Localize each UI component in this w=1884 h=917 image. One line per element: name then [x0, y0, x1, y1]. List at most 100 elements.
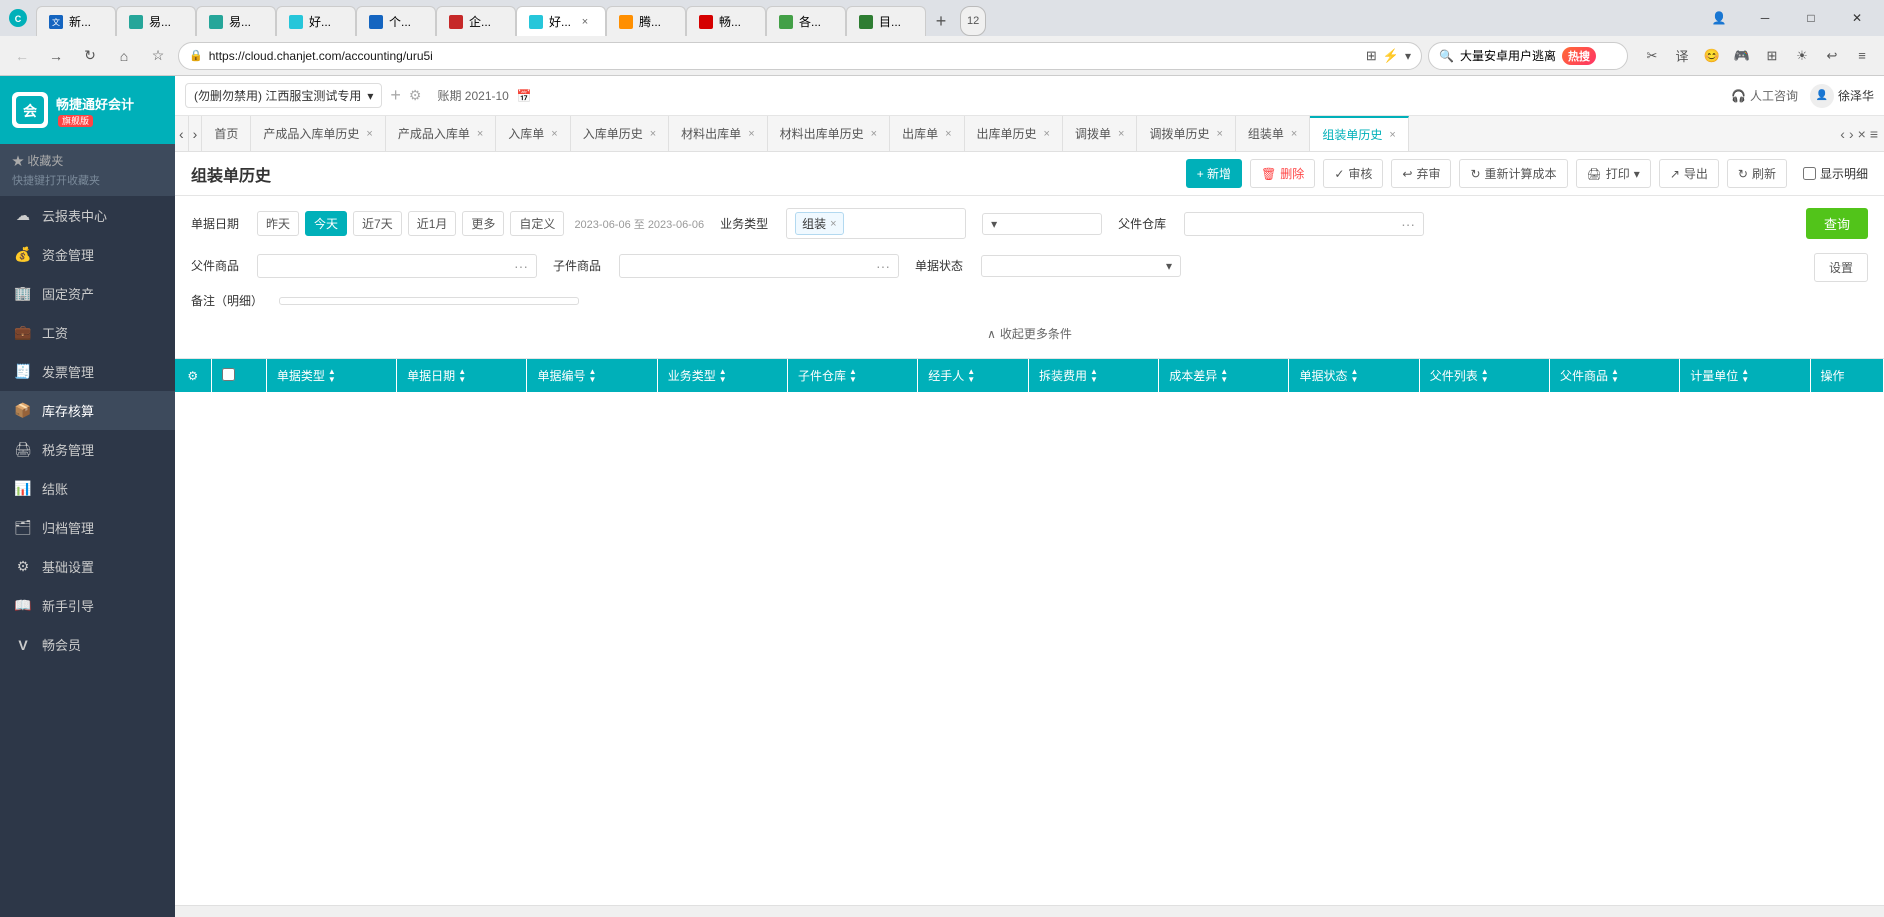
game-icon-button[interactable]: 🎮	[1728, 42, 1756, 70]
sidebar-item-finance[interactable]: 💰 资金管理	[0, 235, 175, 274]
doc-tab-close-11[interactable]: ×	[1291, 128, 1297, 140]
parent-goods-input[interactable]: ···	[257, 254, 537, 278]
sidebar-item-tax[interactable]: 🖨 税务管理	[0, 430, 175, 469]
refresh-browser-button[interactable]: ↻	[76, 42, 104, 70]
settings-company-button[interactable]: ⚙	[409, 87, 422, 104]
unit-sort[interactable]: 计量单位 ▲▼	[1690, 367, 1799, 384]
handler-sort[interactable]: 经手人 ▲▼	[928, 367, 1018, 384]
sidebar-item-archive[interactable]: 🗂 归档管理	[0, 508, 175, 547]
business-type-tag-close[interactable]: ×	[830, 218, 836, 230]
table-th-parent-goods[interactable]: 父件商品 ▲▼	[1550, 359, 1680, 392]
tab-7[interactable]: 好... ×	[516, 6, 606, 36]
sun-icon-button[interactable]: ☀	[1788, 42, 1816, 70]
doc-tab-transfer[interactable]: 调拨单 ×	[1063, 116, 1137, 152]
doc-tab-stock-in-history[interactable]: 入库单历史 ×	[571, 116, 669, 152]
doc-tab-finished-goods-in[interactable]: 产成品入库单 ×	[386, 116, 496, 152]
table-th-slip-no[interactable]: 单据编号 ▲▼	[527, 359, 657, 392]
doc-tab-material-out[interactable]: 材料出库单 ×	[669, 116, 767, 152]
parent-warehouse-input[interactable]: ···	[1184, 212, 1424, 236]
translate-icon-button[interactable]: 译	[1668, 42, 1696, 70]
sidebar-item-settlement[interactable]: 📊 结账	[0, 469, 175, 508]
window-close-button[interactable]: ✕	[1834, 3, 1880, 33]
slip-no-sort[interactable]: 单据编号 ▲▼	[537, 367, 646, 384]
doc-tab-close-7[interactable]: ×	[945, 128, 951, 140]
doc-tabs-next-button[interactable]: ›	[189, 116, 203, 152]
forward-button[interactable]: →	[42, 42, 70, 70]
doc-tab-close-8[interactable]: ×	[1044, 128, 1050, 140]
sidebar-item-fixed-assets[interactable]: 🏢 固定资产	[0, 274, 175, 313]
doc-tabs-prev-button[interactable]: ‹	[175, 116, 189, 152]
cost-diff-sort[interactable]: 成本差异 ▲▼	[1169, 367, 1278, 384]
emoji-icon-button[interactable]: 😊	[1698, 42, 1726, 70]
business-type-sort[interactable]: 业务类型 ▲▼	[668, 367, 777, 384]
scissors-icon-button[interactable]: ✂	[1638, 42, 1666, 70]
home-button[interactable]: ⌂	[110, 42, 138, 70]
sidebar-item-salary[interactable]: 💼 工资	[0, 313, 175, 352]
tab-4[interactable]: 好...	[276, 6, 356, 36]
tab-3[interactable]: 易...	[196, 6, 276, 36]
window-maximize-button[interactable]: □	[1788, 3, 1834, 33]
select-all-checkbox[interactable]	[222, 368, 235, 381]
disassemble-fee-sort[interactable]: 拆装费用 ▲▼	[1039, 367, 1148, 384]
address-bar-grid-icon[interactable]: ⊞	[1366, 48, 1377, 64]
slip-status-col-sort[interactable]: 单据状态 ▲▼	[1299, 367, 1408, 384]
export-button[interactable]: ↗ 导出	[1659, 159, 1719, 188]
sidebar-favorite[interactable]: ★ 收藏夹 快捷键打开收藏夹	[0, 144, 175, 196]
table-th-child-warehouse[interactable]: 子件仓库 ▲▼	[787, 359, 917, 392]
undo-icon-button[interactable]: ↩	[1818, 42, 1846, 70]
table-th-disassemble-fee[interactable]: 拆装费用 ▲▼	[1028, 359, 1158, 392]
tab-9[interactable]: 畅...	[686, 6, 766, 36]
recalculate-button[interactable]: ↻ 重新计算成本	[1459, 159, 1567, 188]
company-selector[interactable]: (勿删勿禁用) 江西服宝测试专用 ▾	[185, 83, 382, 108]
period-calendar-icon[interactable]: 📅	[517, 89, 532, 103]
doc-tab-close-all-button[interactable]: ×	[1858, 126, 1866, 142]
sidebar-item-member[interactable]: V 畅会员	[0, 625, 175, 664]
doc-tab-close-4[interactable]: ×	[650, 128, 656, 140]
tab-6[interactable]: 企...	[436, 6, 516, 36]
date-1month-button[interactable]: 近1月	[408, 211, 457, 236]
slip-status-dropdown[interactable]: ▾	[981, 255, 1181, 277]
tab-1[interactable]: 文 新...	[36, 6, 116, 36]
doc-tab-close-2[interactable]: ×	[477, 128, 483, 140]
search-bar[interactable]: 🔍 大量安卓用户逃离 热搜	[1428, 42, 1628, 70]
table-settings-th[interactable]: ⚙	[175, 359, 211, 392]
doc-tab-close-1[interactable]: ×	[366, 128, 372, 140]
window-minimize-button[interactable]: ─	[1742, 3, 1788, 33]
address-bar[interactable]: 🔒 https://cloud.chanjet.com/accounting/u…	[178, 42, 1422, 70]
tab7-close-button[interactable]: ×	[577, 14, 593, 30]
table-th-slip-date[interactable]: 单据日期 ▲▼	[397, 359, 527, 392]
date-more-button[interactable]: 更多	[462, 211, 504, 236]
doc-tab-home[interactable]: 首页	[202, 116, 251, 152]
tab-add-button[interactable]: +	[926, 6, 956, 36]
table-checkbox-th[interactable]	[211, 359, 266, 392]
parent-list-sort[interactable]: 父件列表 ▲▼	[1430, 367, 1539, 384]
print-button[interactable]: 🖨 打印 ▾	[1576, 159, 1651, 188]
address-bar-dropdown-icon[interactable]: ▾	[1405, 49, 1411, 63]
child-goods-dots[interactable]: ···	[876, 258, 890, 274]
doc-tab-stock-out[interactable]: 出库单 ×	[890, 116, 964, 152]
parent-goods-col-sort[interactable]: 父件商品 ▲▼	[1560, 367, 1669, 384]
query-button[interactable]: 查询	[1806, 208, 1868, 239]
collapse-button[interactable]: ∧ 收起更多条件	[191, 319, 1868, 346]
business-type-dropdown[interactable]: ▾	[982, 213, 1102, 235]
grid-icon-button[interactable]: ⊞	[1758, 42, 1786, 70]
horizontal-scrollbar[interactable]	[175, 905, 1884, 917]
tab-count-badge[interactable]: 12	[960, 6, 986, 36]
table-th-business-type[interactable]: 业务类型 ▲▼	[657, 359, 787, 392]
doc-tab-assembly[interactable]: 组装单 ×	[1236, 116, 1310, 152]
sidebar-item-settings[interactable]: ⚙ 基础设置	[0, 547, 175, 586]
doc-tab-stock-out-history[interactable]: 出库单历史 ×	[965, 116, 1063, 152]
bookmark-button[interactable]: ☆	[144, 42, 172, 70]
audit-button[interactable]: ✓ 审核	[1323, 159, 1383, 188]
add-button[interactable]: + 新增	[1186, 159, 1242, 188]
doc-tab-close-9[interactable]: ×	[1118, 128, 1124, 140]
sidebar-item-guide[interactable]: 📖 新手引导	[0, 586, 175, 625]
address-bar-lightning-icon[interactable]: ⚡	[1383, 48, 1399, 64]
table-settings-icon[interactable]: ⚙	[187, 369, 198, 383]
doc-tab-close-6[interactable]: ×	[871, 128, 877, 140]
window-profile-button[interactable]: 👤	[1696, 3, 1742, 33]
doc-tab-material-out-history[interactable]: 材料出库单历史 ×	[768, 116, 890, 152]
table-th-unit[interactable]: 计量单位 ▲▼	[1680, 359, 1810, 392]
more-icon-button[interactable]: ≡	[1848, 42, 1876, 70]
parent-warehouse-dots[interactable]: ···	[1401, 216, 1415, 232]
